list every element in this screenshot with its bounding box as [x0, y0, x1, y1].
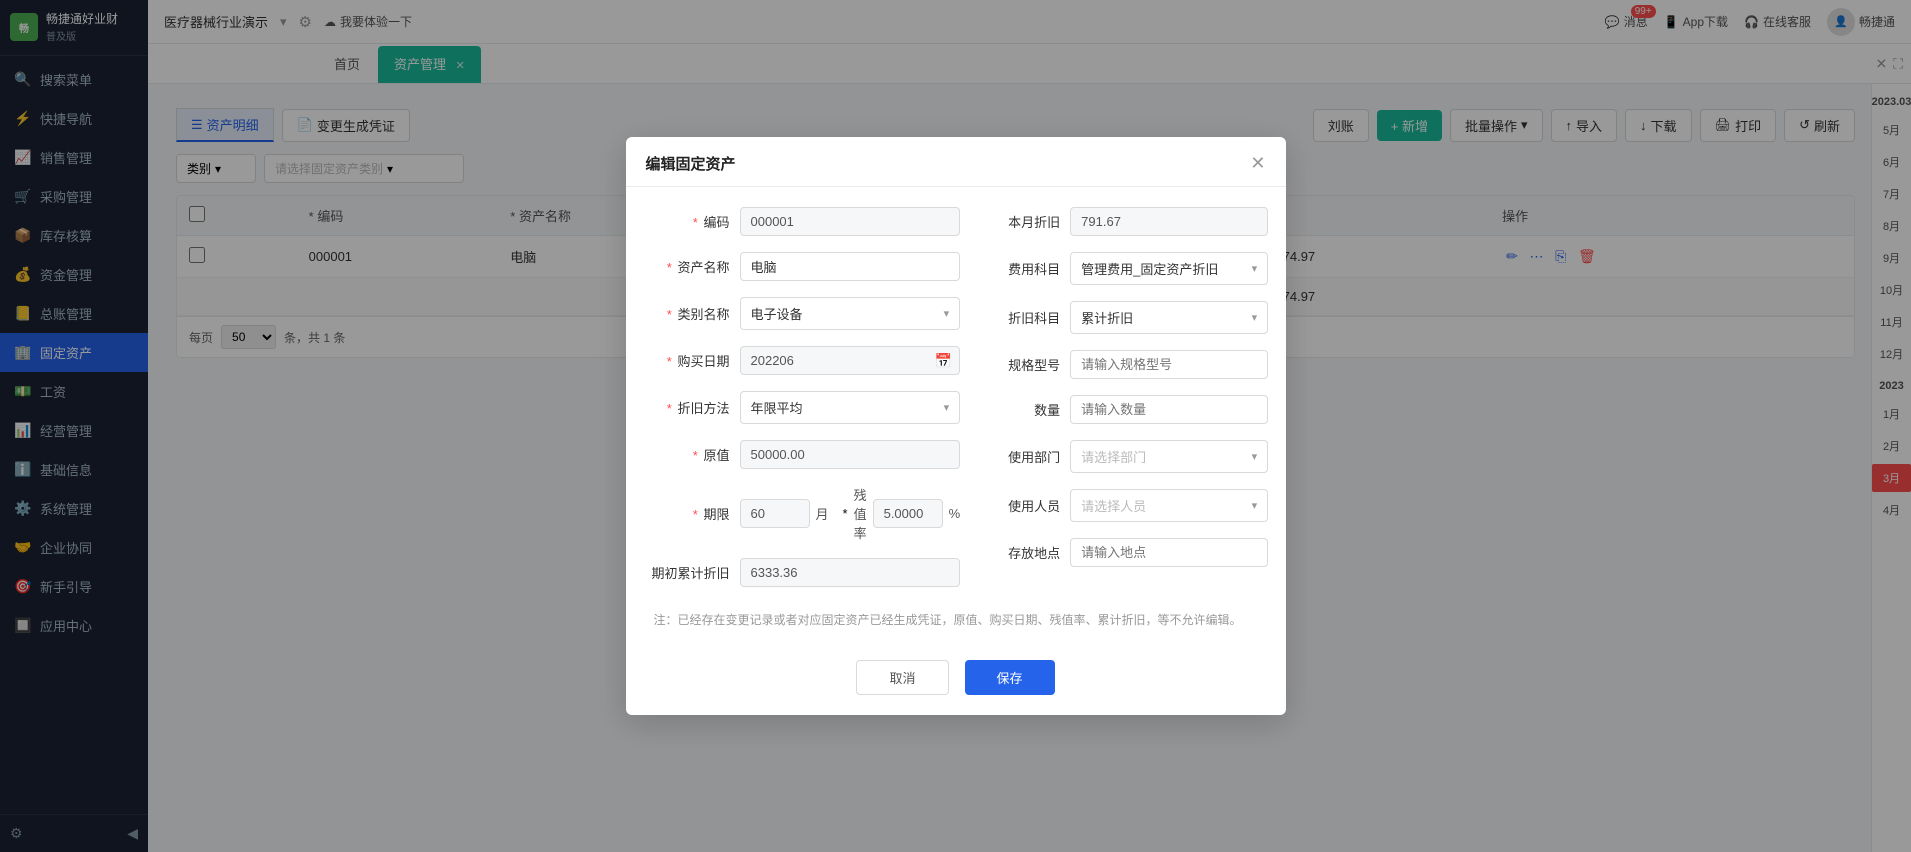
user-select[interactable]: 请选择人员 ▾: [1070, 489, 1268, 522]
period-input[interactable]: [740, 499, 810, 528]
form-row-department: 使用部门 请选择部门 ▾: [980, 440, 1268, 473]
user-placeholder: 请选择人员: [1081, 496, 1146, 515]
modal-header: 编辑固定资产 ✕: [626, 137, 1286, 187]
modal-footer: 取消 保存: [626, 648, 1286, 715]
form-row-initial-accumulated: 期初累计折旧: [650, 558, 961, 587]
code-label: * 编码: [650, 212, 740, 231]
purchase-date-label: * 购买日期: [650, 351, 740, 370]
form-row-depreciation-subject: 折旧科目 累计折旧 ▾: [980, 301, 1268, 334]
department-placeholder: 请选择部门: [1081, 447, 1146, 466]
edit-asset-modal: 编辑固定资产 ✕ * 编码 * 资产: [626, 137, 1286, 715]
code-input[interactable]: [740, 207, 961, 236]
form-grid: * 编码 * 资产名称 *: [650, 207, 1262, 603]
form-row-asset-name: * 资产名称: [650, 252, 961, 281]
save-button[interactable]: 保存: [965, 660, 1055, 695]
category-dropdown-icon: ▾: [944, 307, 950, 320]
period-inline: 月 * 残值率 %: [740, 485, 961, 542]
initial-accumulated-label: 期初累计折旧: [650, 563, 740, 582]
form-row-category: * 类别名称 电子设备 ▾: [650, 297, 961, 330]
location-label: 存放地点: [980, 543, 1070, 562]
expense-subject-arrow: ▾: [1252, 262, 1258, 275]
form-row-spec: 规格型号: [980, 350, 1268, 379]
modal-overlay: 编辑固定资产 ✕ * 编码 * 资产: [0, 0, 1911, 852]
form-row-location: 存放地点: [980, 538, 1268, 567]
form-row-code: * 编码: [650, 207, 961, 236]
category-value: 电子设备: [751, 304, 803, 323]
form-left-col: * 编码 * 资产名称 *: [650, 207, 961, 603]
expense-subject-select[interactable]: 管理费用_固定资产折旧 ▾: [1070, 252, 1268, 285]
purchase-date-field: 📅: [740, 346, 961, 375]
form-right-col: 本月折旧 费用科目 管理费用_固定资产折旧 ▾: [960, 207, 1268, 603]
period-label: * 期限: [650, 504, 740, 523]
form-row-purchase-date: * 购买日期 📅: [650, 346, 961, 375]
asset-name-input[interactable]: [740, 252, 961, 281]
department-select[interactable]: 请选择部门 ▾: [1070, 440, 1268, 473]
depreciation-subject-value: 累计折旧: [1081, 308, 1133, 327]
user-arrow: ▾: [1252, 499, 1258, 512]
residual-rate-label: 残值率: [854, 485, 867, 542]
expense-subject-label: 费用科目: [980, 259, 1070, 278]
category-select[interactable]: 电子设备 ▾: [740, 297, 961, 330]
expense-subject-value: 管理费用_固定资产折旧: [1081, 259, 1218, 278]
quantity-input[interactable]: [1070, 395, 1268, 424]
form-row-quantity: 数量: [980, 395, 1268, 424]
initial-accumulated-input[interactable]: [740, 558, 961, 587]
monthly-dep-label: 本月折旧: [980, 212, 1070, 231]
quantity-label: 数量: [980, 400, 1070, 419]
department-arrow: ▾: [1252, 450, 1258, 463]
form-row-original-value: * 原值: [650, 440, 961, 469]
location-input[interactable]: [1070, 538, 1268, 567]
modal-body: * 编码 * 资产名称 *: [626, 187, 1286, 648]
depreciation-subject-label: 折旧科目: [980, 308, 1070, 327]
department-label: 使用部门: [980, 447, 1070, 466]
depreciation-method-select[interactable]: 年限平均 ▾: [740, 391, 961, 424]
spec-input[interactable]: [1070, 350, 1268, 379]
calendar-icon[interactable]: 📅: [935, 352, 952, 369]
form-row-period: * 期限 月 * 残值率 %: [650, 485, 961, 542]
modal-close-btn[interactable]: ✕: [1250, 153, 1265, 174]
depreciation-method-arrow: ▾: [944, 401, 950, 414]
spec-label: 规格型号: [980, 355, 1070, 374]
original-value-label: * 原值: [650, 445, 740, 464]
modal-title: 编辑固定资产: [646, 153, 736, 174]
asset-name-label: * 资产名称: [650, 257, 740, 276]
residual-rate-unit: %: [949, 506, 961, 521]
monthly-dep-input: [1070, 207, 1268, 236]
cancel-button[interactable]: 取消: [856, 660, 948, 695]
residual-rate-input[interactable]: [873, 499, 943, 528]
form-row-monthly-dep: 本月折旧: [980, 207, 1268, 236]
category-label: * 类别名称: [650, 304, 740, 323]
depreciation-method-value: 年限平均: [751, 398, 803, 417]
period-unit: 月: [816, 504, 829, 523]
original-value-input[interactable]: [740, 440, 961, 469]
form-row-expense-subject: 费用科目 管理费用_固定资产折旧 ▾: [980, 252, 1268, 285]
depreciation-subject-arrow: ▾: [1252, 311, 1258, 324]
modal-note: 注：已经存在变更记录或者对应固定资产已经生成凭证，原值、购买日期、残值率、累计折…: [650, 611, 1262, 628]
user-label: 使用人员: [980, 496, 1070, 515]
depreciation-subject-select[interactable]: 累计折旧 ▾: [1070, 301, 1268, 334]
form-row-user: 使用人员 请选择人员 ▾: [980, 489, 1268, 522]
form-row-depreciation-method: * 折旧方法 年限平均 ▾: [650, 391, 961, 424]
depreciation-method-label: * 折旧方法: [650, 398, 740, 417]
purchase-date-input[interactable]: [740, 346, 961, 375]
